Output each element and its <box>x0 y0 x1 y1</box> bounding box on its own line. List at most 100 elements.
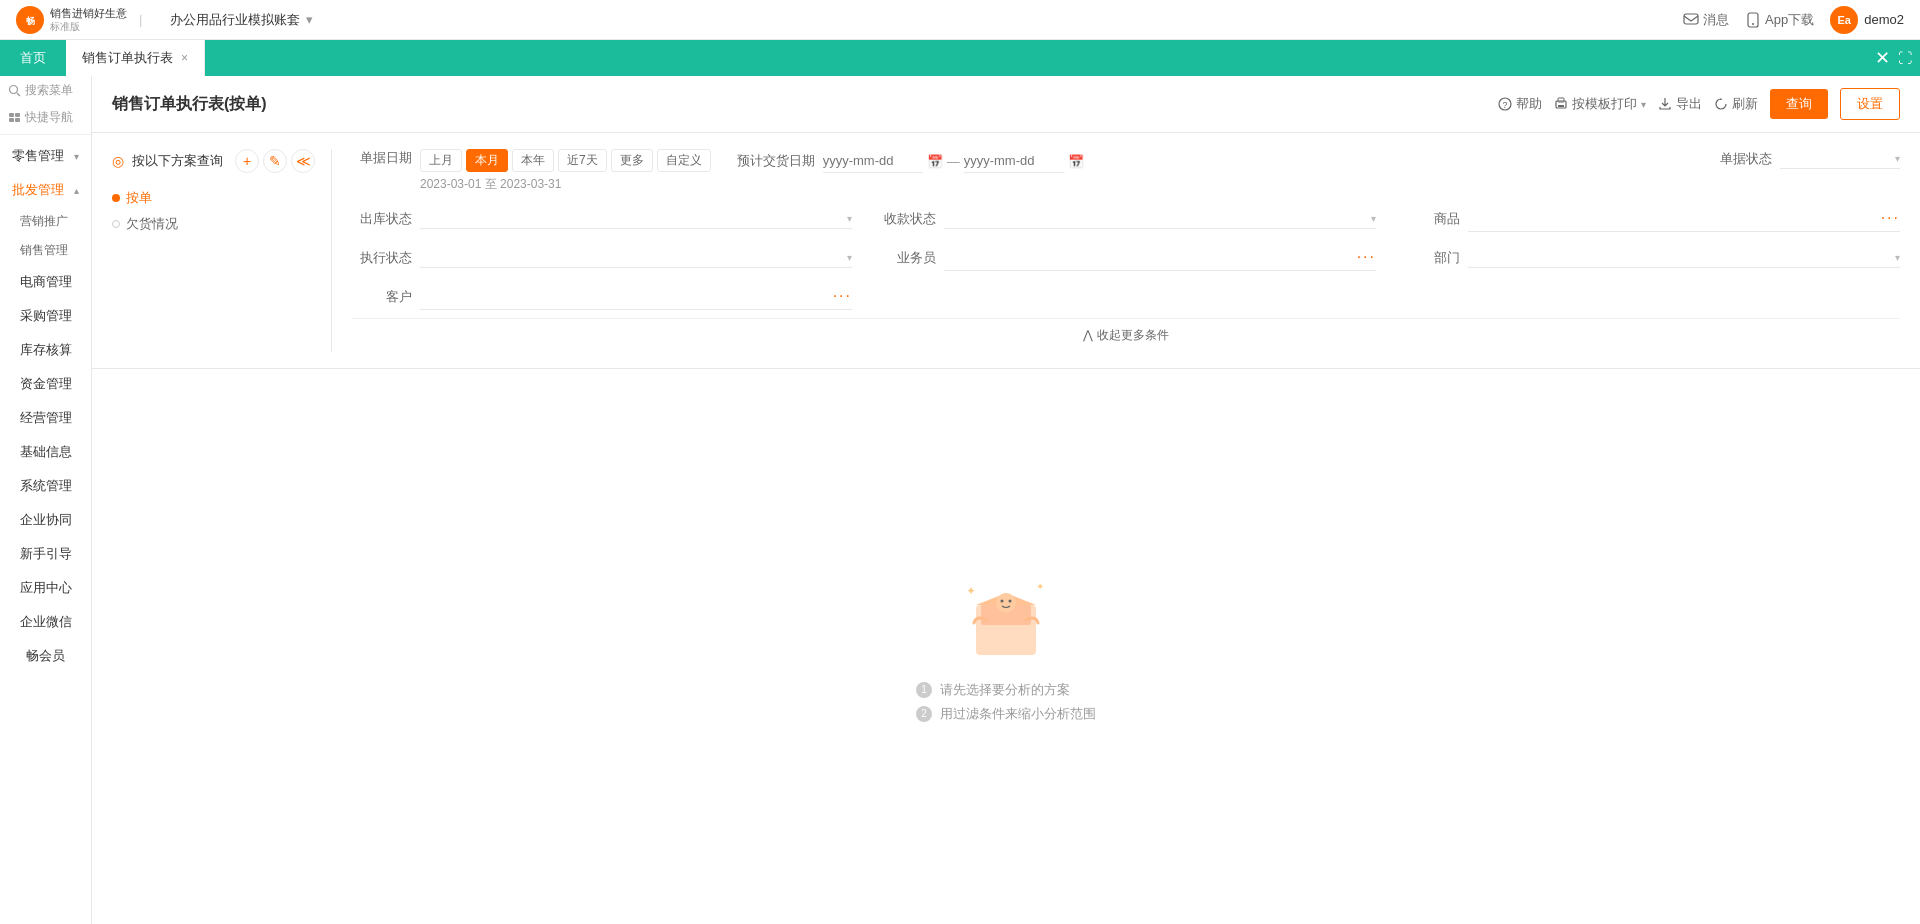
sidebar-item-system[interactable]: 系统管理 <box>0 469 91 503</box>
exec-group: 执行状态 ▾ <box>352 244 852 271</box>
salesman-select[interactable]: ··· <box>944 244 1376 271</box>
goods-select[interactable]: ··· <box>1468 205 1900 232</box>
scheme-item-order[interactable]: 按单 <box>112 185 315 211</box>
sidebar-item-newguide[interactable]: 新手引导 <box>0 537 91 571</box>
close-tab-icon[interactable]: × <box>181 51 188 65</box>
svg-rect-15 <box>1558 105 1564 107</box>
sidebar-divider <box>0 134 91 135</box>
forecast-to-input[interactable] <box>964 149 1064 173</box>
date-btn-thisyear[interactable]: 本年 <box>512 149 554 172</box>
sidebar-item-wholesale[interactable]: 批发管理 ▴ <box>0 173 91 207</box>
date-filter-group: 单据日期 上月 本月 本年 近7天 更多 自定义 20 <box>352 149 711 193</box>
cal-icon1[interactable]: 📅 <box>927 154 943 169</box>
status-group: 单据状态 ▾ <box>1712 149 1900 169</box>
filter-left: ◎ 按以下方案查询 + ✎ ≪ 按单 欠货情况 <box>112 149 332 352</box>
salesman-group: 业务员 ··· <box>876 244 1376 271</box>
sidebar-item-appcenter[interactable]: 应用中心 <box>0 571 91 605</box>
sidebar-item-wechat[interactable]: 企业微信 <box>0 605 91 639</box>
refresh-btn[interactable]: 刷新 <box>1714 95 1758 113</box>
exec-select[interactable]: ▾ <box>420 248 852 268</box>
tab-home[interactable]: 首页 <box>0 40 66 76</box>
salesman-ellipsis[interactable]: ··· <box>1357 248 1376 266</box>
sidebar-item-operation[interactable]: 经营管理 <box>0 401 91 435</box>
print-icon <box>1554 97 1568 111</box>
filter-left-actions: + ✎ ≪ <box>235 149 315 173</box>
date-btn-7days[interactable]: 近7天 <box>558 149 607 172</box>
date-btn-lastmonth[interactable]: 上月 <box>420 149 462 172</box>
dept-select[interactable]: ▾ <box>1468 248 1900 268</box>
close-window-icon[interactable]: ✕ <box>1875 47 1890 69</box>
tab-sales-order[interactable]: 销售订单执行表 × <box>66 40 205 76</box>
edit-scheme-btn[interactable]: ✎ <box>263 149 287 173</box>
collapse-left-btn[interactable]: ≪ <box>291 149 315 173</box>
sidebar-group-wholesale: 批发管理 ▴ 营销推广 销售管理 <box>0 173 91 265</box>
status-label: 单据状态 <box>1712 150 1772 168</box>
customer-ellipsis[interactable]: ··· <box>833 287 852 305</box>
app-download-btn[interactable]: App下载 <box>1745 11 1814 29</box>
messages-btn[interactable]: 消息 <box>1683 11 1729 29</box>
svg-text:畅: 畅 <box>26 16 35 26</box>
sidebar-item-finance[interactable]: 资金管理 <box>0 367 91 401</box>
help-icon: ? <box>1498 97 1512 111</box>
sidebar-item-member[interactable]: 畅会员 <box>0 639 91 673</box>
sidebar-item-retail[interactable]: 零售管理 ▾ <box>0 139 91 173</box>
template-print-btn[interactable]: 按模板打印 ▾ <box>1554 95 1646 113</box>
sidebar-sub-sales[interactable]: 销售管理 <box>0 236 91 265</box>
settings-btn[interactable]: 设置 <box>1840 88 1900 120</box>
date-btn-thismonth[interactable]: 本月 <box>466 149 508 172</box>
forecast-from-input[interactable] <box>823 149 923 173</box>
sidebar-item-purchase[interactable]: 采购管理 <box>0 299 91 333</box>
query-btn[interactable]: 查询 <box>1770 89 1828 119</box>
receive-label: 收款状态 <box>876 210 936 228</box>
forecast-label: 预计交货日期 <box>735 152 815 170</box>
svg-rect-8 <box>15 113 20 117</box>
maximize-icon[interactable]: ⛶ <box>1898 50 1912 66</box>
retail-arrow: ▾ <box>74 151 79 162</box>
outstock-select[interactable]: ▾ <box>420 209 852 229</box>
sidebar-item-enterprise[interactable]: 企业协同 <box>0 503 91 537</box>
sidebar-item-basic[interactable]: 基础信息 <box>0 435 91 469</box>
sidebar-search[interactable]: 搜索菜单 <box>0 76 91 105</box>
tip2: 2 用过滤条件来缩小分析范围 <box>916 705 1096 723</box>
customer-select[interactable]: ··· <box>420 283 852 310</box>
svg-text:?: ? <box>1502 100 1507 110</box>
status-arrow: ▾ <box>1895 153 1900 164</box>
export-btn[interactable]: 导出 <box>1658 95 1702 113</box>
page-suite-title[interactable]: 办公用品行业模拟账套 ▾ <box>170 11 313 29</box>
goods-label: 商品 <box>1400 210 1460 228</box>
filter-row3: 执行状态 ▾ 业务员 ··· <box>352 244 1900 271</box>
tab-bar: 首页 销售订单执行表 × ✕ ⛶ <box>0 40 1920 76</box>
date-btn-custom[interactable]: 自定义 <box>657 149 711 172</box>
status-select[interactable]: ▾ <box>1780 149 1900 169</box>
sidebar-quick-nav[interactable]: 快捷导航 <box>0 105 91 130</box>
goods-ellipsis[interactable]: ··· <box>1881 209 1900 227</box>
date-btn-more[interactable]: 更多 <box>611 149 653 172</box>
dept-group: 部门 ▾ <box>1400 244 1900 271</box>
dept-label: 部门 <box>1400 249 1460 267</box>
user-area[interactable]: Ea demo2 <box>1830 6 1904 34</box>
logo-text2: 标准版 <box>50 20 127 33</box>
exec-arrow: ▾ <box>847 252 852 263</box>
date-controls: 上月 本月 本年 近7天 更多 自定义 2023-03-01 至 2023-03… <box>420 149 711 193</box>
customer-label: 客户 <box>352 288 412 306</box>
outstock-label: 出库状态 <box>352 210 412 228</box>
sidebar-item-inventory[interactable]: 库存核算 <box>0 333 91 367</box>
export-icon <box>1658 97 1672 111</box>
receive-select[interactable]: ▾ <box>944 209 1376 229</box>
add-scheme-btn[interactable]: + <box>235 149 259 173</box>
sidebar-sub-marketing[interactable]: 营销推广 <box>0 207 91 236</box>
scheme-item-shortage[interactable]: 欠货情况 <box>112 211 315 237</box>
scheme-icon: ◎ <box>112 153 124 169</box>
sidebar-item-ecommerce[interactable]: 电商管理 <box>0 265 91 299</box>
page-header: 销售订单执行表(按单) ? 帮助 按模板打印 ▾ <box>92 76 1920 133</box>
collapse-more-btn[interactable]: ⋀ 收起更多条件 <box>352 318 1900 352</box>
page-actions: ? 帮助 按模板打印 ▾ <box>1498 88 1900 120</box>
svg-line-6 <box>17 93 20 96</box>
date-label: 单据日期 <box>352 149 412 167</box>
cal-icon2[interactable]: 📅 <box>1068 154 1084 169</box>
logo-area[interactable]: 畅 销售进销好生意 标准版 <box>16 6 127 34</box>
print-dropdown-arrow[interactable]: ▾ <box>1641 99 1646 110</box>
help-btn[interactable]: ? 帮助 <box>1498 95 1542 113</box>
sidebar-group-retail: 零售管理 ▾ <box>0 139 91 173</box>
section-title: 按以下方案查询 <box>132 152 223 170</box>
